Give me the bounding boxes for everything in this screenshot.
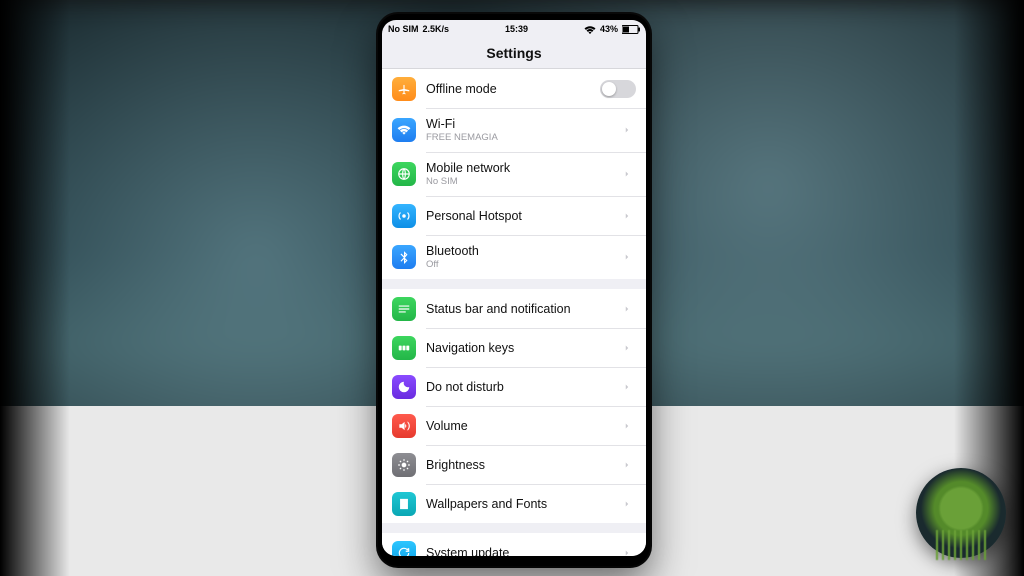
row-labels: Brightness xyxy=(426,458,622,472)
settings-row-status-bar-and-notification[interactable]: Status bar and notification xyxy=(382,289,646,328)
settings-list[interactable]: Offline mode Wi-FiFREE NEMAGIA Mobile netw… xyxy=(382,69,646,556)
settings-row-bluetooth[interactable]: BluetoothOff xyxy=(382,235,646,279)
chevron-right-icon xyxy=(622,499,636,509)
clock: 15:39 xyxy=(505,24,528,34)
network-speed: 2.5K/s xyxy=(423,24,450,34)
settings-group: System updateSecurity xyxy=(382,533,646,556)
settings-row-navigation-keys[interactable]: Navigation keys xyxy=(382,328,646,367)
settings-row-personal-hotspot[interactable]: Personal Hotspot xyxy=(382,196,646,235)
statusbar-icon xyxy=(392,297,416,321)
toggle-switch[interactable] xyxy=(600,80,636,98)
battery-percent: 43% xyxy=(600,24,618,34)
row-title: Wallpapers and Fonts xyxy=(426,497,622,511)
chevron-right-icon xyxy=(622,382,636,392)
volume-icon xyxy=(392,414,416,438)
watermark-logo xyxy=(916,468,1006,558)
phone-screen: No SIM 2.5K/s 15:39 43% Settings Offline… xyxy=(382,20,646,556)
settings-row-mobile-network[interactable]: Mobile networkNo SIM xyxy=(382,152,646,196)
settings-row-volume[interactable]: Volume xyxy=(382,406,646,445)
chevron-right-icon xyxy=(622,304,636,314)
wifi-icon xyxy=(392,118,416,142)
row-title: Volume xyxy=(426,419,622,433)
row-labels: Mobile networkNo SIM xyxy=(426,161,622,187)
settings-row-system-update[interactable]: System update xyxy=(382,533,646,556)
status-bar: No SIM 2.5K/s 15:39 43% xyxy=(382,20,646,38)
row-subtitle: Off xyxy=(426,259,622,270)
settings-row-wi-fi[interactable]: Wi-FiFREE NEMAGIA xyxy=(382,108,646,152)
hotspot-icon xyxy=(392,204,416,228)
row-labels: Do not disturb xyxy=(426,380,622,394)
row-labels: Navigation keys xyxy=(426,341,622,355)
row-subtitle: No SIM xyxy=(426,176,622,187)
row-labels: Offline mode xyxy=(426,82,600,96)
chevron-right-icon xyxy=(622,421,636,431)
settings-group: Status bar and notification Navigation ke… xyxy=(382,289,646,523)
dnd-icon xyxy=(392,375,416,399)
phone-frame: No SIM 2.5K/s 15:39 43% Settings Offline… xyxy=(378,14,650,566)
chevron-right-icon xyxy=(622,343,636,353)
row-title: Bluetooth xyxy=(426,244,622,258)
row-title: Offline mode xyxy=(426,82,600,96)
row-subtitle: FREE NEMAGIA xyxy=(426,132,622,143)
chevron-right-icon xyxy=(622,548,636,557)
photo-scene: No SIM 2.5K/s 15:39 43% Settings Offline… xyxy=(0,0,1024,576)
settings-row-wallpapers-and-fonts[interactable]: Wallpapers and Fonts xyxy=(382,484,646,523)
airplane-icon xyxy=(392,77,416,101)
row-title: Brightness xyxy=(426,458,622,472)
row-title: Navigation keys xyxy=(426,341,622,355)
settings-row-do-not-disturb[interactable]: Do not disturb xyxy=(382,367,646,406)
bluetooth-icon xyxy=(392,245,416,269)
vignette-left xyxy=(0,0,70,576)
chevron-right-icon xyxy=(622,252,636,262)
row-labels: Volume xyxy=(426,419,622,433)
wifi-status-icon xyxy=(584,25,596,34)
wallpaper-icon xyxy=(392,492,416,516)
row-title: Do not disturb xyxy=(426,380,622,394)
row-title: Mobile network xyxy=(426,161,622,175)
update-icon xyxy=(392,541,416,557)
chevron-right-icon xyxy=(622,169,636,179)
sim-status: No SIM xyxy=(388,24,419,34)
page-title: Settings xyxy=(486,45,541,61)
row-title: Personal Hotspot xyxy=(426,209,622,223)
row-title: Wi-Fi xyxy=(426,117,622,131)
row-title: System update xyxy=(426,546,622,557)
row-labels: BluetoothOff xyxy=(426,244,622,270)
row-labels: System update xyxy=(426,546,622,557)
globe-icon xyxy=(392,162,416,186)
navkeys-icon xyxy=(392,336,416,360)
chevron-right-icon xyxy=(622,211,636,221)
chevron-right-icon xyxy=(622,125,636,135)
row-labels: Personal Hotspot xyxy=(426,209,622,223)
page-header: Settings xyxy=(382,38,646,69)
settings-group: Offline mode Wi-FiFREE NEMAGIA Mobile netw… xyxy=(382,69,646,279)
row-labels: Wallpapers and Fonts xyxy=(426,497,622,511)
row-title: Status bar and notification xyxy=(426,302,622,316)
chevron-right-icon xyxy=(622,460,636,470)
row-labels: Status bar and notification xyxy=(426,302,622,316)
brightness-icon xyxy=(392,453,416,477)
battery-icon xyxy=(622,25,640,34)
settings-row-brightness[interactable]: Brightness xyxy=(382,445,646,484)
settings-row-offline-mode[interactable]: Offline mode xyxy=(382,69,646,108)
row-labels: Wi-FiFREE NEMAGIA xyxy=(426,117,622,143)
